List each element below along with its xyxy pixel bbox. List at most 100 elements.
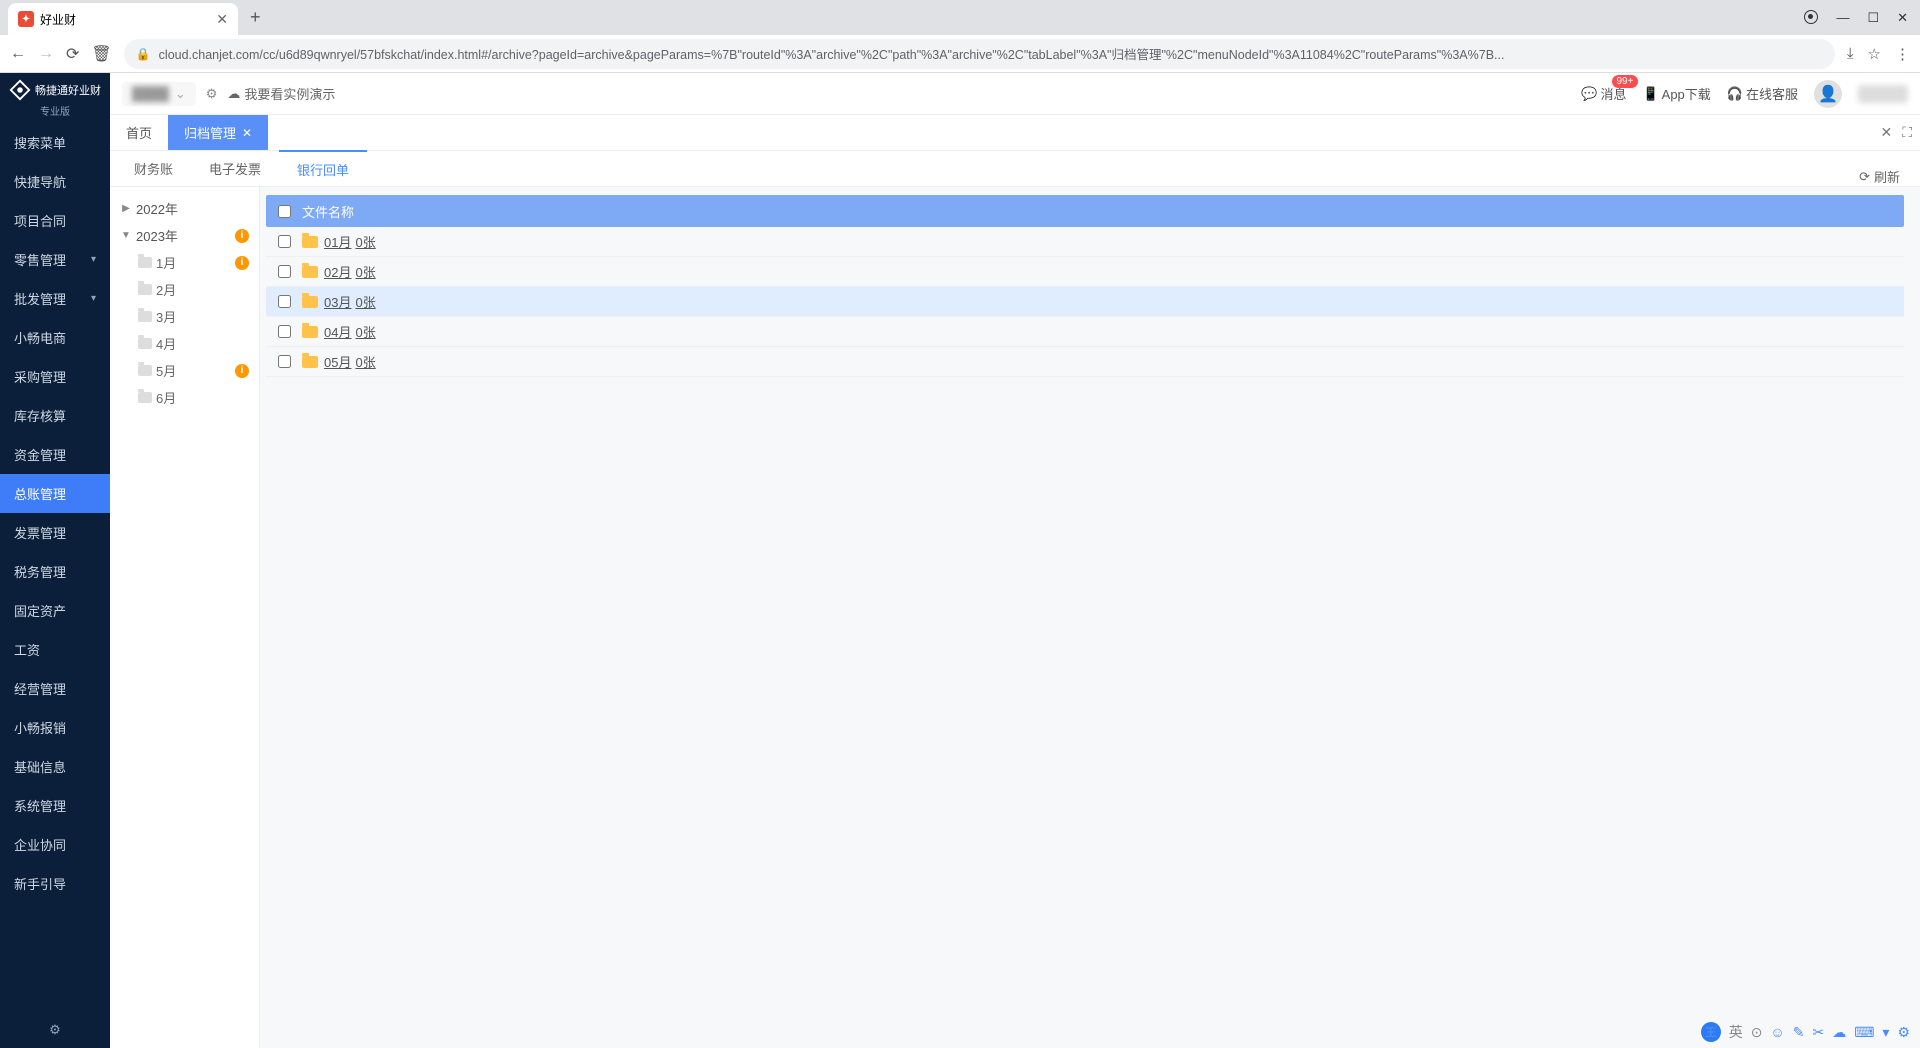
maximize-button[interactable]: ☐ bbox=[1867, 10, 1879, 26]
tree-month-3[interactable]: 3月 bbox=[132, 303, 255, 330]
tree-month-6[interactable]: 6月 bbox=[132, 384, 255, 411]
sidebar-item-19[interactable]: 新手引导 bbox=[0, 864, 110, 903]
tray-edit-icon[interactable]: ✎ bbox=[1793, 1024, 1805, 1041]
sidebar-item-13[interactable]: 工资 bbox=[0, 630, 110, 669]
subtab-einvoice[interactable]: 电子发票 bbox=[191, 150, 279, 186]
new-tab-button[interactable]: + bbox=[250, 7, 261, 28]
subtab-bankreceipt[interactable]: 银行回单 bbox=[279, 150, 367, 186]
settings-gear-icon[interactable]: ⚙ bbox=[0, 1012, 110, 1048]
demo-link[interactable]: ☁ 我要看实例演示 bbox=[227, 84, 335, 103]
tab-home[interactable]: 首页 bbox=[110, 115, 168, 150]
sidebar-item-15[interactable]: 小畅报销 bbox=[0, 708, 110, 747]
folder-icon bbox=[138, 311, 152, 322]
sidebar-item-label: 新手引导 bbox=[14, 874, 66, 893]
phone-icon: 📱 bbox=[1642, 86, 1658, 102]
ime-lang[interactable]: 英 bbox=[1729, 1022, 1743, 1042]
sidebar-item-8[interactable]: 资金管理 bbox=[0, 435, 110, 474]
tab-close-icon[interactable]: ✕ bbox=[216, 11, 228, 28]
sidebar-item-9[interactable]: 总账管理 bbox=[0, 474, 110, 513]
row-checkbox[interactable] bbox=[278, 295, 291, 308]
sidebar-item-17[interactable]: 系统管理 bbox=[0, 786, 110, 825]
sidebar-item-3[interactable]: 零售管理▾ bbox=[0, 240, 110, 279]
tree-year-2023[interactable]: ▼ 2023年 i bbox=[114, 222, 255, 249]
tab-title: 好业财 bbox=[40, 11, 76, 28]
account-icon[interactable] bbox=[1804, 10, 1818, 24]
file-link[interactable]: 02月0张 bbox=[324, 262, 376, 281]
tab-archive[interactable]: 归档管理 ✕ bbox=[168, 115, 268, 150]
messages-button[interactable]: 💬 消息 99+ bbox=[1581, 84, 1626, 103]
sidebar-item-label: 系统管理 bbox=[14, 796, 66, 815]
file-link[interactable]: 01月0张 bbox=[324, 232, 376, 251]
headset-icon: 🎧 bbox=[1727, 86, 1743, 102]
subtab-einvoice-label: 电子发票 bbox=[209, 159, 261, 178]
subtab-bankreceipt-label: 银行回单 bbox=[297, 160, 349, 179]
sidebar-item-10[interactable]: 发票管理 bbox=[0, 513, 110, 552]
row-checkbox[interactable] bbox=[278, 235, 291, 248]
sidebar-item-7[interactable]: 库存核算 bbox=[0, 396, 110, 435]
sidebar-item-16[interactable]: 基础信息 bbox=[0, 747, 110, 786]
tray-keyboard-icon[interactable]: ⌨ bbox=[1854, 1024, 1874, 1041]
row-checkbox[interactable] bbox=[278, 325, 291, 338]
sidebar-item-1[interactable]: 快捷导航 bbox=[0, 162, 110, 201]
tree-month-4[interactable]: 4月 bbox=[132, 330, 255, 357]
tray-gear-icon[interactable]: ⚙ bbox=[1897, 1024, 1910, 1041]
table-row[interactable]: 04月0张 bbox=[266, 317, 1904, 347]
reload-button[interactable]: ⟳ bbox=[66, 44, 79, 64]
back-button[interactable]: ← bbox=[10, 45, 26, 63]
tray-dot-icon[interactable]: ⊙ bbox=[1751, 1024, 1763, 1041]
close-all-tabs-icon[interactable]: ✕ bbox=[1880, 124, 1892, 141]
table-row[interactable]: 01月0张 bbox=[266, 227, 1904, 257]
sidebar-item-14[interactable]: 经营管理 bbox=[0, 669, 110, 708]
select-all-checkbox[interactable] bbox=[278, 205, 291, 218]
browser-tab[interactable]: ✦ 好业财 ✕ bbox=[8, 3, 238, 35]
table-row[interactable]: 03月0张 bbox=[266, 287, 1904, 317]
file-link[interactable]: 05月0张 bbox=[324, 352, 376, 371]
row-checkbox[interactable] bbox=[278, 265, 291, 278]
install-app-icon[interactable]: ⤓ bbox=[1847, 45, 1854, 63]
url-input[interactable]: 🔒 cloud.chanjet.com/cc/u6d89qwnryel/57bf… bbox=[124, 39, 1835, 69]
sidebar-item-12[interactable]: 固定资产 bbox=[0, 591, 110, 630]
sidebar-item-label: 批发管理 bbox=[14, 289, 66, 308]
tray-scissors-icon[interactable]: ✂ bbox=[1812, 1024, 1824, 1041]
tree-year-2022[interactable]: ▶ 2022年 bbox=[114, 195, 255, 222]
row-checkbox[interactable] bbox=[278, 355, 291, 368]
tree-month-5[interactable]: 5月 i bbox=[132, 357, 255, 384]
sidebar-item-6[interactable]: 采购管理 bbox=[0, 357, 110, 396]
bookmark-icon[interactable]: ☆ bbox=[1868, 45, 1881, 63]
subtab-finance[interactable]: 财务账 bbox=[116, 150, 191, 186]
sidebar-item-2[interactable]: 项目合同 bbox=[0, 201, 110, 240]
table-row[interactable]: 05月0张 bbox=[266, 347, 1904, 377]
trash-icon[interactable]: 🗑 bbox=[91, 44, 111, 64]
sidebar-item-label: 快捷导航 bbox=[14, 172, 66, 191]
forward-button[interactable]: → bbox=[38, 45, 54, 63]
file-link[interactable]: 03月0张 bbox=[324, 292, 376, 311]
tray-down-icon[interactable]: ▾ bbox=[1882, 1024, 1889, 1041]
minimize-button[interactable]: — bbox=[1836, 10, 1849, 26]
close-window-button[interactable]: ✕ bbox=[1897, 10, 1908, 26]
table-row[interactable]: 02月0张 bbox=[266, 257, 1904, 287]
tree-month-label: 5月 bbox=[156, 361, 176, 380]
tray-cloud-icon[interactable]: ☁ bbox=[1832, 1024, 1846, 1041]
sidebar-item-4[interactable]: 批发管理▾ bbox=[0, 279, 110, 318]
kebab-menu-icon[interactable]: ⋮ bbox=[1895, 45, 1910, 63]
avatar[interactable]: 👤 bbox=[1814, 80, 1842, 108]
fullscreen-icon[interactable]: ⛶ bbox=[1902, 124, 1912, 141]
alert-badge-icon: i bbox=[235, 364, 249, 378]
tree-month-2[interactable]: 2月 bbox=[132, 276, 255, 303]
refresh-button[interactable]: ⟳ 刷新 bbox=[1859, 167, 1914, 186]
logo-edition: 专业版 bbox=[40, 103, 70, 118]
sidebar-item-11[interactable]: 税务管理 bbox=[0, 552, 110, 591]
tree-month-1[interactable]: 1月i bbox=[132, 249, 255, 276]
tab-close-icon[interactable]: ✕ bbox=[242, 126, 252, 140]
app-download-button[interactable]: 📱 App下载 bbox=[1642, 84, 1710, 103]
ime-badge[interactable]: 王 bbox=[1701, 1022, 1721, 1042]
company-selector[interactable]: ████ ⌄ bbox=[122, 82, 196, 106]
online-service-button[interactable]: 🎧 在线客服 bbox=[1727, 84, 1798, 103]
sidebar-item-0[interactable]: 搜索菜单 bbox=[0, 123, 110, 162]
file-link[interactable]: 04月0张 bbox=[324, 322, 376, 341]
company-settings-icon[interactable]: ⚙ bbox=[206, 86, 218, 102]
sidebar-item-5[interactable]: 小畅电商 bbox=[0, 318, 110, 357]
year-tree: ▶ 2022年 ▼ 2023年 i 1月i2月3月4月 5月 i 6月 bbox=[110, 187, 260, 1048]
tray-emoji-icon[interactable]: ☺ bbox=[1770, 1024, 1784, 1040]
sidebar-item-18[interactable]: 企业协同 bbox=[0, 825, 110, 864]
